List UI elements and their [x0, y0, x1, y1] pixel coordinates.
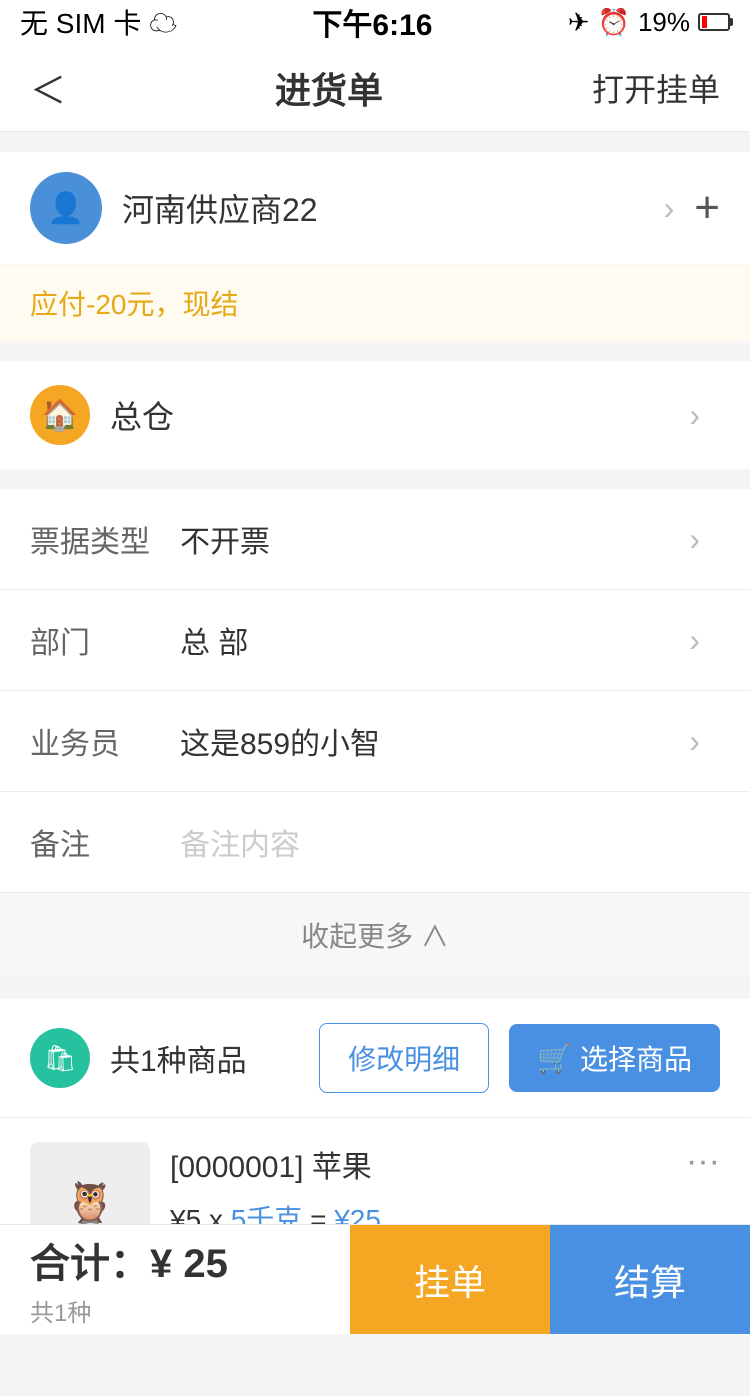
back-button[interactable]: ＜ [30, 62, 66, 114]
product-icon: 🛍 [30, 1028, 90, 1088]
form-section: 票据类型 不开票 › 部门 总 部 › 业务员 这是859的小智 › 备注 备注… [0, 489, 750, 893]
battery-percent: 19% [638, 7, 690, 38]
product-more-button[interactable]: ··· [686, 1142, 720, 1181]
bottom-bar: 合计：¥ 25 共1种 挂单 结算 [0, 1224, 750, 1334]
invoice-label: 票据类型 [30, 517, 170, 561]
hold-button[interactable]: 挂单 [350, 1225, 550, 1334]
product-title: [0000001] 苹果 [170, 1142, 666, 1186]
warehouse-name: 总仓 [110, 392, 689, 438]
collapse-button[interactable]: 收起更多 ∧ [0, 893, 750, 977]
avatar-icon: 👤 [47, 191, 84, 226]
supplier-section: 👤 河南供应商22 › + 应付-20元，现结 [0, 152, 750, 341]
edit-detail-button[interactable]: 修改明细 [319, 1023, 489, 1093]
supplier-chevron-icon: › [664, 190, 675, 227]
total-label: 合计： [30, 1242, 150, 1286]
supplier-notice: 应付-20元，现结 [0, 265, 750, 341]
status-right: ✈ ⏰ 19% [568, 7, 730, 38]
divider-1 [0, 132, 750, 152]
status-bar: 无 SIM 卡 ☁ 下午6:16 ✈ ⏰ 19% [0, 0, 750, 44]
remark-input[interactable]: 备注内容 [180, 820, 720, 864]
total-amount: ¥ 25 [150, 1242, 228, 1286]
total-main: 合计：¥ 25 [30, 1231, 320, 1289]
staff-label: 业务员 [30, 719, 170, 763]
supplier-row[interactable]: 👤 河南供应商22 › + [0, 152, 750, 265]
cart-icon: 🛍 [43, 1043, 76, 1074]
divider-4 [0, 977, 750, 997]
remark-label: 备注 [30, 820, 170, 864]
dept-value: 总 部 [180, 618, 689, 662]
checkout-button[interactable]: 结算 [550, 1225, 750, 1334]
warehouse-chevron-icon: › [689, 397, 700, 434]
product-header: 🛍 共1种商品 修改明细 🛒 选择商品 [0, 999, 750, 1117]
divider-3 [0, 469, 750, 489]
product-name: 苹果 [312, 1151, 372, 1184]
add-supplier-button[interactable]: + [694, 183, 720, 233]
select-product-label: 选择商品 [580, 1038, 692, 1078]
product-logo: 🦉 [65, 1179, 115, 1226]
invoice-chevron-icon: › [689, 521, 700, 558]
house-icon: 🏠 [41, 398, 78, 433]
battery-icon [698, 13, 730, 31]
open-hold-button[interactable]: 打开挂单 [592, 65, 720, 111]
status-time: 下午6:16 [312, 0, 432, 44]
dept-chevron-icon: › [689, 622, 700, 659]
sim-status: 无 SIM 卡 ☁ [20, 2, 177, 42]
supplier-avatar: 👤 [30, 172, 102, 244]
nav-bar: ＜ 进货单 打开挂单 [0, 44, 750, 132]
invoice-value: 不开票 [180, 517, 689, 561]
supplier-name: 河南供应商22 [122, 185, 664, 231]
remark-row[interactable]: 备注 备注内容 [0, 792, 750, 893]
select-product-button[interactable]: 🛒 选择商品 [509, 1024, 720, 1092]
invoice-row[interactable]: 票据类型 不开票 › [0, 489, 750, 590]
product-code: [0000001] [170, 1151, 303, 1184]
staff-chevron-icon: › [689, 723, 700, 760]
dept-label: 部门 [30, 618, 170, 662]
alarm-icon: ⏰ [598, 7, 630, 38]
status-left: 无 SIM 卡 ☁ [20, 2, 177, 42]
total-sub: 共1种 [30, 1293, 320, 1328]
staff-row[interactable]: 业务员 这是859的小智 › [0, 691, 750, 792]
total-section: 合计：¥ 25 共1种 [0, 1225, 350, 1334]
product-count: 共1种商品 [110, 1036, 299, 1080]
warehouse-section: 🏠 总仓 › [0, 361, 750, 469]
staff-value: 这是859的小智 [180, 719, 689, 763]
select-product-icon: 🛒 [537, 1042, 572, 1075]
warehouse-icon: 🏠 [30, 385, 90, 445]
warehouse-row[interactable]: 🏠 总仓 › [0, 361, 750, 469]
dept-row[interactable]: 部门 总 部 › [0, 590, 750, 691]
page-title: 进货单 [275, 62, 383, 114]
location-icon: ✈ [568, 7, 590, 38]
divider-2 [0, 341, 750, 361]
